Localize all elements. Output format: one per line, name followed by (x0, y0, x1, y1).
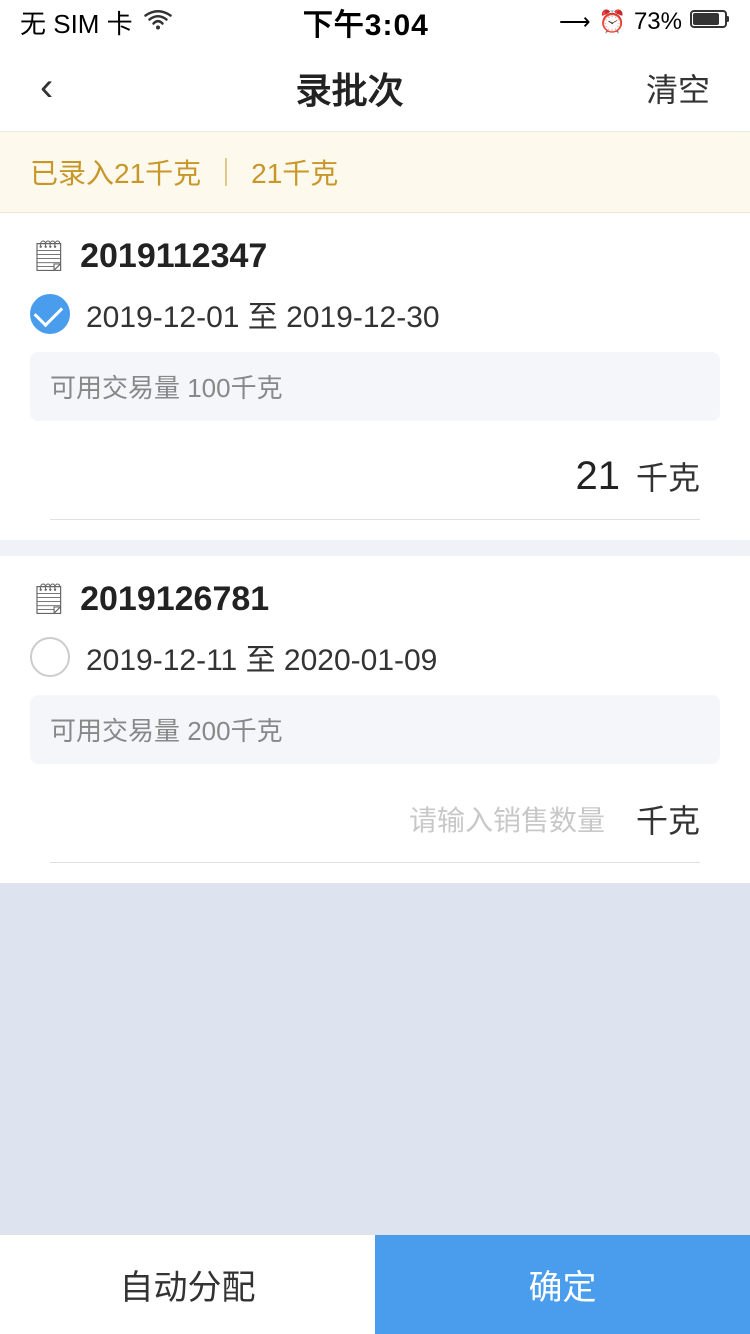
batch-1-radio[interactable] (30, 294, 70, 334)
bottom-bar: 自动分配 确定 (0, 1234, 750, 1334)
confirm-button[interactable]: 确定 (375, 1235, 750, 1334)
batch-2-radio[interactable] (30, 637, 70, 677)
battery-icon (690, 8, 730, 37)
batch-1-date: 2019-12-01 至 2019-12-30 (86, 292, 440, 336)
battery-text: 73% (634, 8, 682, 36)
batch-1-underline (50, 519, 700, 520)
location-icon: ⟶ (559, 9, 591, 35)
batch-1-date-row[interactable]: 2019-12-01 至 2019-12-30 (30, 292, 720, 336)
auto-assign-button[interactable]: 自动分配 (0, 1235, 375, 1334)
batch-item-1: 🗒 2019112347 2019-12-01 至 2019-12-30 可用交… (0, 213, 750, 540)
summary-banner: 已录入21千克 21千克 (0, 132, 750, 213)
carrier-text: 无 SIM 卡 (20, 4, 133, 41)
summary-divider (225, 158, 227, 186)
status-time: 下午3:04 (303, 0, 429, 44)
alarm-icon: ⏰ (599, 9, 626, 35)
batch-2-icon: 🗒 (30, 582, 68, 617)
batch-2-id: 2019126781 (80, 580, 269, 619)
batch-1-available: 可用交易量 100千克 (30, 352, 720, 421)
total-label: 21千克 (251, 152, 338, 192)
batch-1-unit: 千克 (636, 453, 700, 499)
batch-1-icon: 🗒 (30, 239, 68, 274)
batch-1-header: 🗒 2019112347 (30, 237, 720, 276)
batch-2-input-row[interactable]: 千克 (30, 780, 720, 862)
batch-2-header: 🗒 2019126781 (30, 580, 720, 619)
batch-2-available: 可用交易量 200千克 (30, 695, 720, 764)
batch-item-2: 🗒 2019126781 2019-12-11 至 2020-01-09 可用交… (0, 556, 750, 883)
status-carrier: 无 SIM 卡 (20, 4, 173, 41)
recorded-label: 已录入21千克 (30, 152, 201, 192)
card-separator-1 (0, 540, 750, 556)
status-indicators: ⟶ ⏰ 73% (559, 8, 730, 37)
batch-2-date-row[interactable]: 2019-12-11 至 2020-01-09 (30, 635, 720, 679)
clear-button[interactable]: 清空 (636, 55, 720, 121)
batch-1-value-display: 21 千克 (30, 437, 720, 519)
batch-2-unit: 千克 (636, 796, 700, 842)
nav-bar: ‹ 录批次 清空 (0, 44, 750, 132)
page-title: 录批次 (63, 62, 636, 114)
batch-1-value: 21 (575, 454, 620, 499)
batch-1-id: 2019112347 (80, 237, 267, 276)
status-bar: 无 SIM 卡 下午3:04 ⟶ ⏰ 73% (0, 0, 750, 44)
batch-2-underline (50, 862, 700, 863)
batch-2-date: 2019-12-11 至 2020-01-09 (86, 635, 437, 679)
batch-2-qty-input[interactable] (177, 800, 620, 839)
back-button[interactable]: ‹ (30, 55, 63, 120)
wifi-icon (143, 7, 173, 38)
